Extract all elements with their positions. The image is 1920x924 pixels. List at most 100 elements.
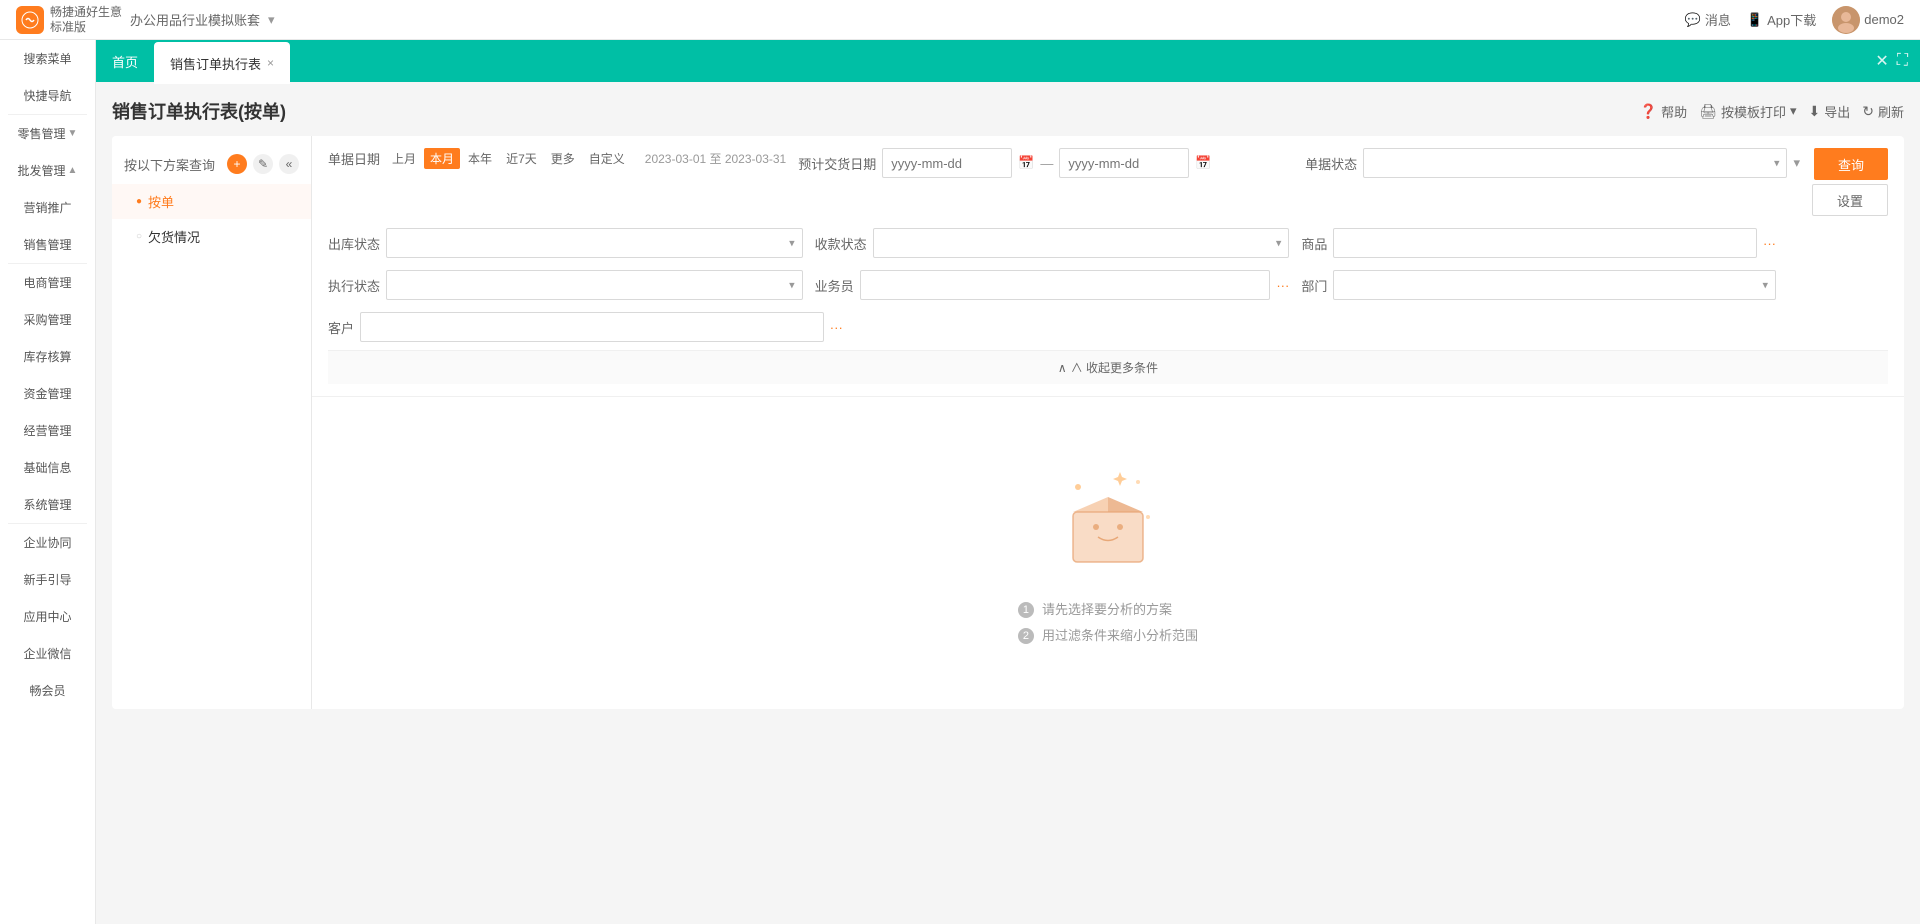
empty-tip-2: 2 用过滤条件来缩小分析范围 [1018,623,1198,649]
right-content: 单据日期 上月 本月 本年 近7天 更多 自定义 [312,136,1904,709]
message-icon: 💬 [1685,12,1701,28]
status-select[interactable] [1363,148,1787,178]
export-icon: ⬇ [1809,103,1821,120]
date-label: 单据日期 [328,149,380,168]
message-button[interactable]: 💬 消息 [1685,10,1731,29]
tab-close-window-button[interactable]: ✕ [1875,51,1888,71]
wholesale-expand-icon: ▲ [68,165,78,176]
page-title: 销售订单执行表(按单) [112,98,286,124]
empty-tips: 1 请先选择要分析的方案 2 用过滤条件来缩小分析范围 [1018,597,1198,649]
sidebar-item-retail-mgmt[interactable]: 零售管理 ▼ [0,115,95,152]
help-button[interactable]: ❓ 帮助 [1640,102,1687,121]
sidebar-item-enterprise-wechat[interactable]: 企业微信 [0,635,95,672]
sidebar-item-quick-nav[interactable]: 快捷导航 [0,77,95,114]
help-icon: ❓ [1640,103,1657,120]
main-content: 按以下方案查询 + ✎ « ● 按单 ○ [112,136,1904,709]
exec-status-label: 执行状态 [328,276,380,295]
customer-label: 客户 [328,318,354,337]
logo: 畅捷通好生意 标准版 [16,5,122,34]
plan-item-by-order[interactable]: ● 按单 [112,184,311,219]
date-tab-this-year[interactable]: 本年 [462,148,498,169]
print-dropdown-icon: ▾ [1790,103,1797,119]
customer-input[interactable] [360,312,824,342]
query-button[interactable]: 查询 [1814,148,1888,180]
filter-container: 单据日期 上月 本月 本年 近7天 更多 自定义 [312,136,1904,397]
sidebar-item-app-center[interactable]: 应用中心 [0,598,95,635]
empty-illustration [1048,457,1168,577]
sidebar-item-wholesale-mgmt[interactable]: 批发管理 ▲ [0,152,95,189]
goods-more-button[interactable]: ··· [1763,236,1776,251]
page-header: 销售订单执行表(按单) ❓ 帮助 🖨 按模板打印 ▾ ⬇ [112,98,1904,124]
tab-home[interactable]: 首页 [96,40,154,82]
app-download-button[interactable]: 📱 App下载 [1747,10,1816,29]
sidebar-item-operations[interactable]: 经营管理 [0,412,95,449]
date-tab-last-month[interactable]: 上月 [386,148,422,169]
sidebar-item-finance[interactable]: 资金管理 [0,375,95,412]
sidebar-item-basic-info[interactable]: 基础信息 [0,449,95,486]
retail-expand-icon: ▼ [68,128,78,139]
date-tab-this-month[interactable]: 本月 [424,148,460,169]
expected-date-start-input[interactable] [882,148,1012,178]
sidebar-item-inventory[interactable]: 库存核算 [0,338,95,375]
breadcrumb: 办公用品行业模拟账套 [130,10,260,29]
date-tab-more[interactable]: 更多 [545,148,581,169]
tab-sales-order[interactable]: 销售订单执行表 × [154,42,290,84]
setting-button[interactable]: 设置 [1812,184,1888,216]
delivery-status-label: 出库状态 [328,234,380,253]
plan-edit-button[interactable]: ✎ [253,154,273,174]
sidebar-item-enterprise[interactable]: 企业协同 [0,524,95,561]
collapse-icon: ∧ [1058,361,1067,375]
exec-status-select[interactable] [386,270,803,300]
sidebar-item-marketing[interactable]: 营销推广 [0,189,95,226]
refresh-button[interactable]: ↻ 刷新 [1862,102,1904,121]
payment-status-select[interactable] [873,228,1290,258]
delivery-status-select[interactable] [386,228,803,258]
breadcrumb-arrow-icon[interactable]: ▾ [268,12,275,28]
date-end-calendar-icon[interactable]: 📅 [1195,155,1211,171]
sidebar-item-purchase[interactable]: 采购管理 [0,301,95,338]
plan-item-inactive-dot: ○ [136,231,142,242]
salesperson-more-button[interactable]: ··· [1276,278,1289,293]
plan-add-button[interactable]: + [227,154,247,174]
tab-close-button[interactable]: × [267,56,274,70]
expected-date-end-input[interactable] [1059,148,1189,178]
collapse-bar-button[interactable]: ∧ ∧ 收起更多条件 [328,350,1888,384]
sidebar-item-system[interactable]: 系统管理 [0,486,95,523]
export-button[interactable]: ⬇ 导出 [1809,102,1851,121]
sidebar-item-search-menu[interactable]: 搜索菜单 [0,40,95,77]
sidebar-item-member[interactable]: 畅会员 [0,672,95,709]
user-menu[interactable]: demo2 [1832,6,1904,34]
date-tab-custom[interactable]: 自定义 [583,148,631,169]
sidebar: 搜索菜单 快捷导航 零售管理 ▼ 批发管理 ▲ 营销推广 销售管理 电商管理 [0,40,96,924]
query-actions: 查询 设置 [1812,148,1888,216]
status-label: 单据状态 [1305,154,1357,173]
plan-section-header: 按以下方案查询 + ✎ « [112,144,311,184]
panel-header-actions: + ✎ « [227,154,299,174]
customer-more-button[interactable]: ··· [830,320,843,335]
refresh-icon: ↻ [1862,103,1874,120]
tab-maximize-button[interactable]: ⛶ [1897,52,1908,70]
goods-input[interactable] [1333,228,1757,258]
date-dash: — [1040,156,1053,171]
sidebar-item-ecommerce[interactable]: 电商管理 [0,264,95,301]
logo-icon [16,6,44,34]
print-icon: 🖨 [1699,103,1717,120]
plan-collapse-button[interactable]: « [279,154,299,174]
tip-num-2: 2 [1018,628,1034,644]
left-panel: 按以下方案查询 + ✎ « ● 按单 ○ [112,136,312,709]
department-label: 部门 [1301,276,1327,295]
plan-item-arrears[interactable]: ○ 欠货情况 [112,219,311,254]
date-tab-7days[interactable]: 近7天 [500,148,543,169]
status-dropdown-icon: ▾ [1793,155,1800,171]
date-range-display: 2023-03-01 至 2023-03-31 [645,150,786,167]
empty-state: 1 请先选择要分析的方案 2 用过滤条件来缩小分析范围 [312,397,1904,709]
tip-num-1: 1 [1018,602,1034,618]
date-start-calendar-icon[interactable]: 📅 [1018,155,1034,171]
template-print-button[interactable]: 🖨 按模板打印 ▾ [1699,102,1796,121]
sidebar-item-new-guide[interactable]: 新手引导 [0,561,95,598]
salesperson-input[interactable] [860,270,1271,300]
empty-tip-1: 1 请先选择要分析的方案 [1018,597,1198,623]
logo-text: 畅捷通好生意 标准版 [50,5,122,34]
department-select[interactable] [1333,270,1776,300]
sidebar-item-sales-mgmt[interactable]: 销售管理 [0,226,95,263]
